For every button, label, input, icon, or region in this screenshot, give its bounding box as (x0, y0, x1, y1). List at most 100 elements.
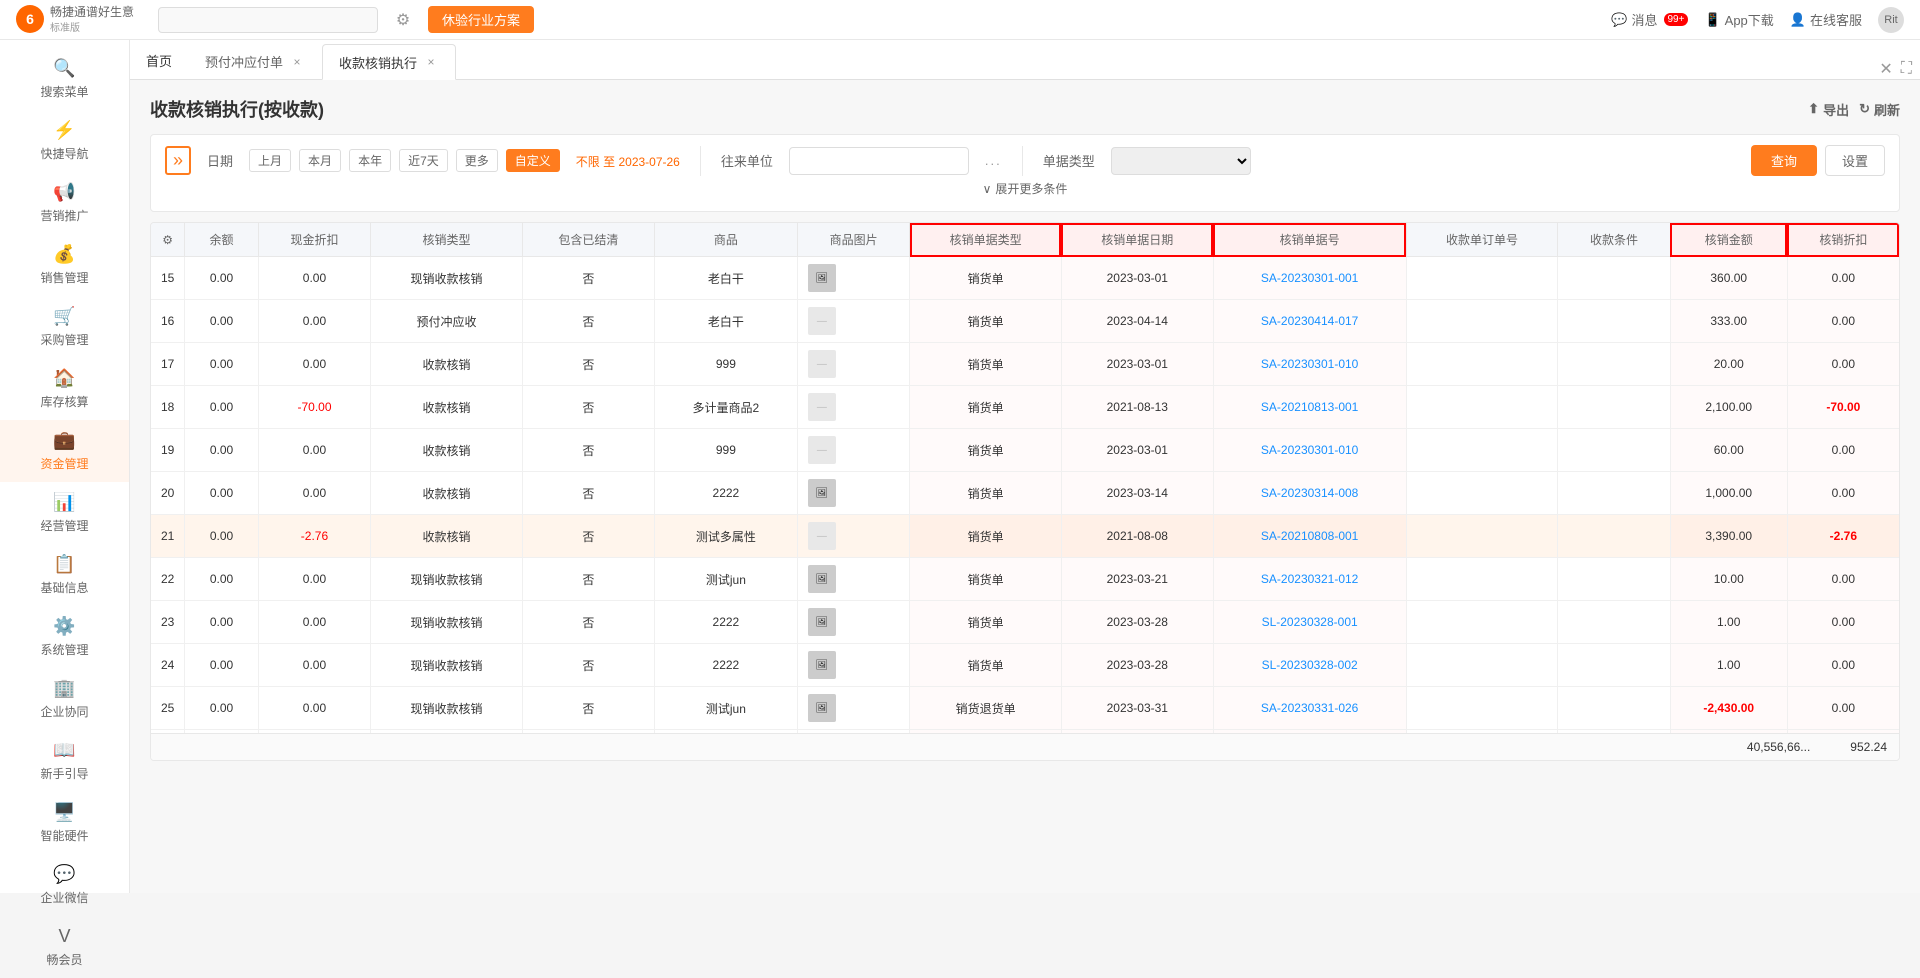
date-7days-btn[interactable]: 近7天 (399, 149, 448, 172)
query-button[interactable]: 查询 (1751, 145, 1817, 176)
cell-verify-amount: 1.00 (1670, 644, 1787, 687)
cell-cash-discount: 0.00 (258, 300, 371, 343)
bill-no-link[interactable]: SL-20230328-001 (1262, 615, 1358, 629)
table-scroll[interactable]: ⚙ 余额 现金折扣 核销类型 包含已结清 商品 商品图片 核销单据类型 核销单据… (151, 223, 1899, 733)
sidebar-item-inventory[interactable]: 🏠 库存核算 (0, 358, 129, 420)
hardware-icon: 🖥️ (53, 802, 75, 823)
col-cash-discount: 现金折扣 (258, 223, 371, 257)
logo: 6 畅捷通谱好生意 标准版 (16, 5, 146, 34)
page-title: 收款核销执行(按收款) (150, 96, 324, 122)
cell-product: 2222 (654, 601, 797, 644)
filter-divider-2 (1022, 146, 1023, 176)
source-unit-input[interactable] (789, 147, 969, 175)
online-service-item[interactable]: 👤 在线客服 (1790, 10, 1862, 29)
sidebar-item-corp[interactable]: 🏢 企业协同 (0, 668, 129, 730)
sidebar-item-member[interactable]: V 畅会员 (0, 916, 129, 978)
cell-cash-discount: 0.00 (258, 558, 371, 601)
export-button[interactable]: ⬆ 导出 (1808, 100, 1849, 119)
tab-verify-close[interactable]: × (423, 54, 439, 70)
sidebar-label-corp: 企业协同 (40, 703, 88, 720)
date-more-btn[interactable]: 更多 (456, 149, 498, 172)
bill-no-link[interactable]: SA-20210808-001 (1261, 529, 1358, 543)
corp-icon: 🏢 (53, 678, 75, 699)
filter-toggle-button[interactable]: » (165, 146, 191, 175)
date-this-month-btn[interactable]: 本月 (299, 149, 341, 172)
sidebar-item-system[interactable]: ⚙️ 系统管理 (0, 606, 129, 668)
cell-receipt-no (1406, 386, 1558, 429)
cell-verify-amount: 1.00 (1670, 601, 1787, 644)
table-row: 18 0.00 -70.00 收款核销 否 多计量商品2 — 销货单 2021-… (151, 386, 1899, 429)
expand-button[interactable]: ∨ 展开更多条件 (983, 180, 1068, 197)
sales-icon: 💰 (53, 244, 75, 265)
sidebar-item-purchase[interactable]: 🛒 采购管理 (0, 296, 129, 358)
cell-bill-type: 销货单 (910, 300, 1062, 343)
tab-prepay-close[interactable]: × (289, 54, 305, 70)
expand-label: 展开更多条件 (995, 180, 1067, 197)
main-layout: 🔍 搜索菜单 ⚡ 快捷导航 📢 营销推广 💰 销售管理 🛒 采购管理 🏠 库存核… (0, 40, 1920, 893)
sidebar-item-finance[interactable]: 💼 资金管理 (0, 420, 129, 482)
sidebar-item-marketing[interactable]: 📢 营销推广 (0, 172, 129, 234)
cell-product: 2222 (654, 472, 797, 515)
bill-no-link[interactable]: SA-20210813-001 (1261, 400, 1358, 414)
inventory-icon: 🏠 (53, 368, 75, 389)
cell-product: 老白干 (654, 257, 797, 300)
settings-icon-top[interactable]: ⚙ (390, 7, 416, 33)
cell-num: 15 (151, 257, 185, 300)
cell-bill-no: SA-20230321-012 (1213, 558, 1406, 601)
cell-receipt-no (1406, 343, 1558, 386)
date-this-year-btn[interactable]: 本年 (349, 149, 391, 172)
sidebar-item-sales[interactable]: 💰 销售管理 (0, 234, 129, 296)
bill-no-link[interactable]: SA-20230301-001 (1261, 271, 1358, 285)
refresh-button[interactable]: ↻ 刷新 (1859, 100, 1900, 119)
bill-no-link[interactable]: SA-20230314-008 (1261, 486, 1358, 500)
date-custom-btn[interactable]: 自定义 (506, 149, 560, 172)
sidebar-item-wechat[interactable]: 💬 企业微信 (0, 854, 129, 916)
footer-total-amount: 40,556,66... (1747, 740, 1810, 754)
sidebar-item-base[interactable]: 📋 基础信息 (0, 544, 129, 606)
tab-close-all-button[interactable]: ✕ (1879, 59, 1892, 79)
tab-prepay[interactable]: 预付冲应付单 × (188, 43, 322, 79)
bill-no-link[interactable]: SA-20230331-026 (1261, 701, 1358, 715)
cell-verify-discount: 0.00 (1787, 257, 1899, 300)
tab-home[interactable]: 首页 (130, 43, 188, 79)
cell-bill-no: SA-20210813-001 (1213, 386, 1406, 429)
filter-settings-button[interactable]: 设置 (1825, 145, 1885, 176)
system-icon: ⚙️ (53, 616, 75, 637)
sidebar-item-search[interactable]: 🔍 搜索菜单 (0, 48, 129, 110)
cell-receipt-no (1406, 601, 1558, 644)
date-last-month-btn[interactable]: 上月 (249, 149, 291, 172)
cell-verify-amount: 10.00 (1670, 558, 1787, 601)
bill-no-link[interactable]: SA-20230321-012 (1261, 572, 1358, 586)
sidebar-item-hardware[interactable]: 🖥️ 智能硬件 (0, 792, 129, 854)
cell-verify-discount: -70.00 (1787, 386, 1899, 429)
bill-type-select[interactable] (1111, 147, 1251, 175)
sidebar-label-wechat: 企业微信 (40, 889, 88, 906)
sidebar-label-finance: 资金管理 (40, 455, 88, 472)
sidebar-item-quick[interactable]: ⚡ 快捷导航 (0, 110, 129, 172)
user-item[interactable]: Rit (1878, 7, 1904, 33)
page-title-row: 收款核销执行(按收款) ⬆ 导出 ↻ 刷新 (150, 96, 1900, 122)
cell-product-img: 🖼 (797, 687, 910, 730)
tab-verify[interactable]: 收款核销执行 × (322, 44, 456, 80)
bill-no-link[interactable]: SA-20230414-017 (1261, 314, 1358, 328)
bill-no-link[interactable]: SA-20230301-010 (1261, 443, 1358, 457)
cell-condition (1558, 472, 1671, 515)
message-item[interactable]: 💬 消息 99+ (1611, 10, 1688, 29)
bill-no-link[interactable]: SL-20230328-002 (1262, 658, 1358, 672)
cell-num: 16 (151, 300, 185, 343)
chevron-down-icon: ∨ (983, 182, 992, 196)
cell-condition (1558, 644, 1671, 687)
sidebar-item-guide[interactable]: 📖 新手引导 (0, 730, 129, 792)
message-label: 消息 (1631, 10, 1657, 29)
solution-button[interactable]: 休验行业方案 (428, 6, 534, 33)
cell-product-img: 🖼 (797, 472, 910, 515)
bill-no-link[interactable]: SA-20230301-010 (1261, 357, 1358, 371)
top-search-input[interactable] (158, 7, 378, 33)
cell-balance: 0.00 (185, 601, 258, 644)
tab-maximize-button[interactable]: ⛶ (1901, 60, 1912, 78)
bill-type-label: 单据类型 (1043, 151, 1095, 170)
app-download-item[interactable]: 📱 App下载 (1704, 10, 1773, 29)
table-row: 24 0.00 0.00 现销收款核销 否 2222 🖼 销货单 2023-03… (151, 644, 1899, 687)
cell-verify-discount: 0.00 (1787, 300, 1899, 343)
sidebar-item-operation[interactable]: 📊 经营管理 (0, 482, 129, 544)
